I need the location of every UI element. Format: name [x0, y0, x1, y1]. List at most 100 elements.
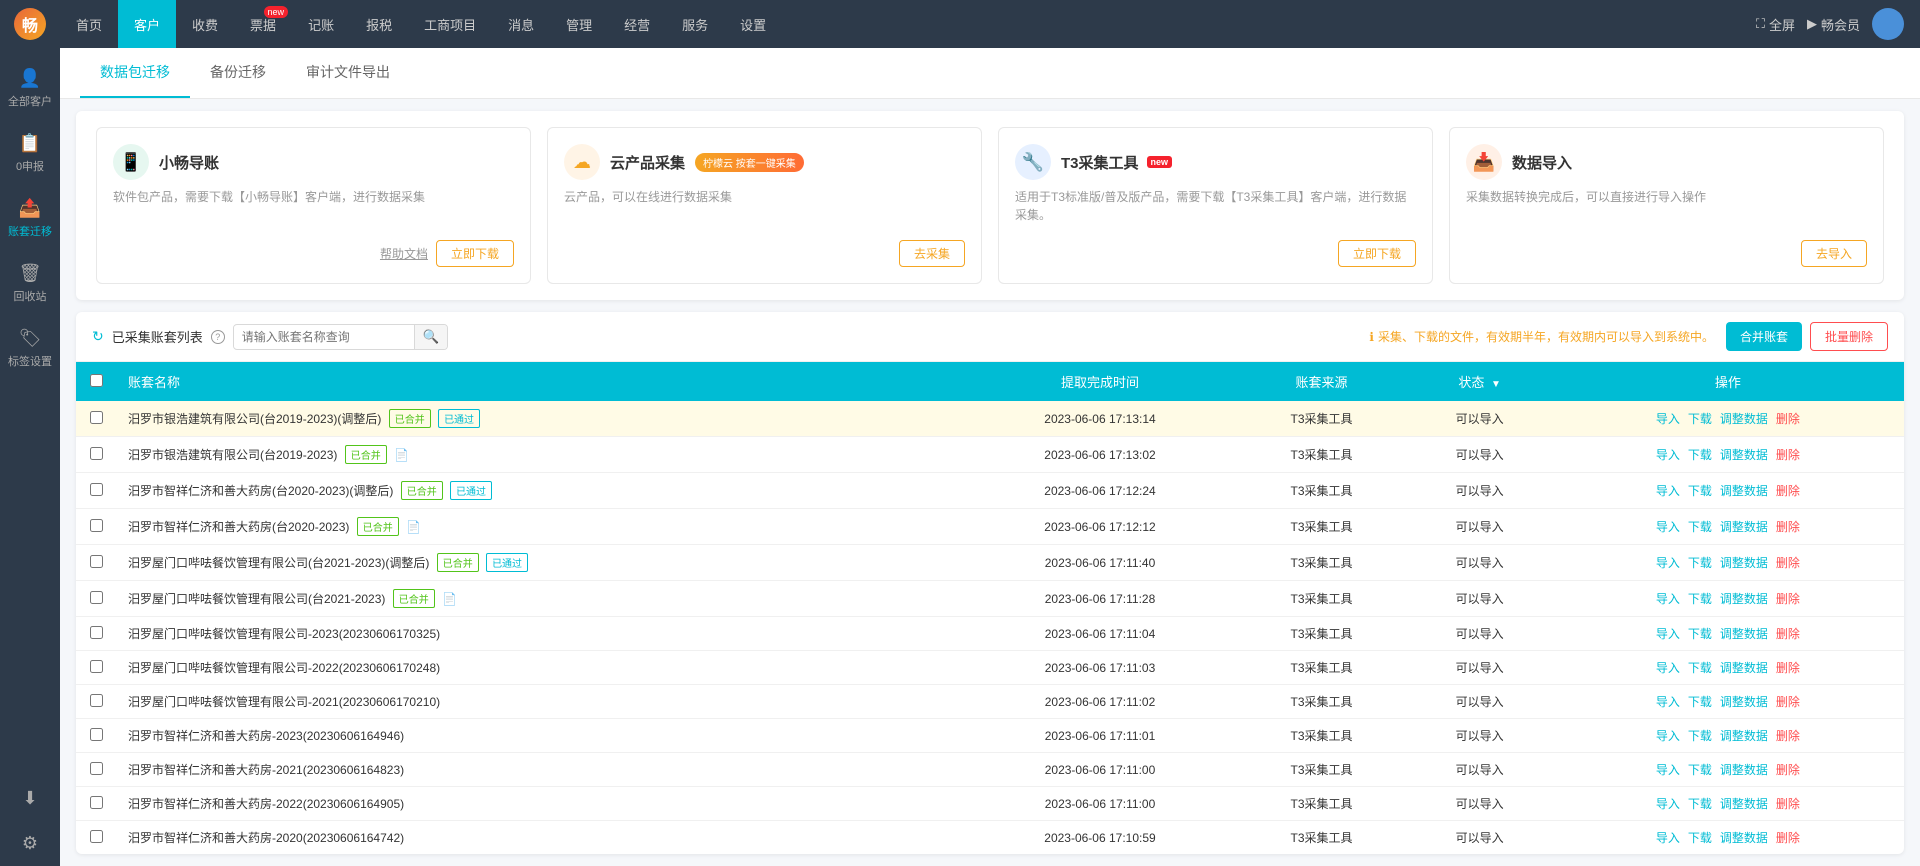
action-删除[interactable]: 删除: [1776, 695, 1800, 709]
action-删除[interactable]: 删除: [1776, 448, 1800, 462]
action-调整数据[interactable]: 调整数据: [1720, 797, 1768, 811]
file-icon[interactable]: 📄: [442, 592, 457, 606]
action-下载[interactable]: 下载: [1688, 412, 1712, 426]
sidebar-item-download[interactable]: ⬇: [22, 776, 38, 821]
action-删除[interactable]: 删除: [1776, 556, 1800, 570]
search-input[interactable]: [234, 326, 414, 348]
refresh-icon[interactable]: ↻: [92, 328, 104, 345]
action-下载[interactable]: 下载: [1688, 831, 1712, 845]
action-下载[interactable]: 下载: [1688, 661, 1712, 675]
action-下载[interactable]: 下载: [1688, 729, 1712, 743]
row-checkbox[interactable]: [90, 483, 103, 496]
nav-bookkeeping[interactable]: 记账: [292, 0, 350, 48]
nav-setting[interactable]: 设置: [724, 0, 782, 48]
action-删除[interactable]: 删除: [1776, 763, 1800, 777]
action-下载[interactable]: 下载: [1688, 797, 1712, 811]
action-导入[interactable]: 导入: [1656, 797, 1680, 811]
action-调整数据[interactable]: 调整数据: [1720, 729, 1768, 743]
t3-download-btn[interactable]: 立即下载: [1338, 240, 1416, 267]
nav-service[interactable]: 服务: [666, 0, 724, 48]
action-导入[interactable]: 导入: [1656, 484, 1680, 498]
row-checkbox[interactable]: [90, 555, 103, 568]
action-导入[interactable]: 导入: [1656, 695, 1680, 709]
action-删除[interactable]: 删除: [1776, 520, 1800, 534]
action-导入[interactable]: 导入: [1656, 729, 1680, 743]
sidebar-item-tag-setting[interactable]: 🏷 标签设置: [0, 316, 60, 381]
user-avatar[interactable]: [1872, 8, 1904, 40]
action-下载[interactable]: 下载: [1688, 627, 1712, 641]
help-icon[interactable]: ?: [211, 330, 225, 344]
tab-audit-export[interactable]: 审计文件导出: [286, 48, 410, 98]
action-导入[interactable]: 导入: [1656, 592, 1680, 606]
member-btn[interactable]: ▶ 畅会员: [1807, 15, 1860, 34]
row-checkbox[interactable]: [90, 830, 103, 843]
action-调整数据[interactable]: 调整数据: [1720, 520, 1768, 534]
action-下载[interactable]: 下载: [1688, 556, 1712, 570]
tab-backup-migrate[interactable]: 备份迁移: [190, 48, 286, 98]
merge-accounts-btn[interactable]: 合并账套: [1726, 322, 1802, 351]
action-删除[interactable]: 删除: [1776, 729, 1800, 743]
nav-business[interactable]: 工商项目: [408, 0, 492, 48]
action-调整数据[interactable]: 调整数据: [1720, 763, 1768, 777]
action-删除[interactable]: 删除: [1776, 797, 1800, 811]
row-checkbox[interactable]: [90, 694, 103, 707]
action-下载[interactable]: 下载: [1688, 484, 1712, 498]
action-调整数据[interactable]: 调整数据: [1720, 412, 1768, 426]
row-checkbox[interactable]: [90, 626, 103, 639]
nav-home[interactable]: 首页: [60, 0, 118, 48]
action-导入[interactable]: 导入: [1656, 520, 1680, 534]
ycp-collect-btn[interactable]: 去采集: [899, 240, 965, 267]
row-checkbox[interactable]: [90, 796, 103, 809]
action-删除[interactable]: 删除: [1776, 484, 1800, 498]
nav-operation[interactable]: 经营: [608, 0, 666, 48]
row-checkbox[interactable]: [90, 591, 103, 604]
row-checkbox[interactable]: [90, 411, 103, 424]
action-删除[interactable]: 删除: [1776, 831, 1800, 845]
xc-download-btn[interactable]: 立即下载: [436, 240, 514, 267]
col-status[interactable]: 状态 ▼: [1408, 362, 1552, 401]
action-调整数据[interactable]: 调整数据: [1720, 627, 1768, 641]
row-checkbox[interactable]: [90, 447, 103, 460]
action-调整数据[interactable]: 调整数据: [1720, 484, 1768, 498]
action-下载[interactable]: 下载: [1688, 520, 1712, 534]
row-checkbox[interactable]: [90, 728, 103, 741]
row-checkbox[interactable]: [90, 762, 103, 775]
action-导入[interactable]: 导入: [1656, 831, 1680, 845]
nav-fee[interactable]: 收费: [176, 0, 234, 48]
row-checkbox[interactable]: [90, 519, 103, 532]
action-删除[interactable]: 删除: [1776, 412, 1800, 426]
nav-tax[interactable]: 报税: [350, 0, 408, 48]
nav-invoice[interactable]: 票据new: [234, 0, 292, 48]
xc-help-btn[interactable]: 帮助文档: [380, 245, 428, 262]
search-button[interactable]: 🔍: [414, 325, 448, 349]
sidebar-item-zero-declare[interactable]: 📋 0申报: [0, 121, 60, 186]
action-调整数据[interactable]: 调整数据: [1720, 592, 1768, 606]
dr-import-btn[interactable]: 去导入: [1801, 240, 1867, 267]
sidebar-item-recycle[interactable]: 🗑 回收站: [0, 251, 60, 316]
action-删除[interactable]: 删除: [1776, 592, 1800, 606]
file-icon[interactable]: 📄: [394, 448, 409, 462]
action-下载[interactable]: 下载: [1688, 592, 1712, 606]
select-all-checkbox[interactable]: [90, 374, 103, 387]
tab-data-migrate[interactable]: 数据包迁移: [80, 48, 190, 98]
nav-message[interactable]: 消息: [492, 0, 550, 48]
action-调整数据[interactable]: 调整数据: [1720, 556, 1768, 570]
sidebar-item-all-customers[interactable]: 👤 全部客户: [0, 56, 60, 121]
action-删除[interactable]: 删除: [1776, 627, 1800, 641]
action-导入[interactable]: 导入: [1656, 556, 1680, 570]
nav-customer[interactable]: 客户: [118, 0, 176, 48]
action-下载[interactable]: 下载: [1688, 763, 1712, 777]
batch-delete-btn[interactable]: 批量删除: [1810, 322, 1888, 351]
action-导入[interactable]: 导入: [1656, 661, 1680, 675]
action-导入[interactable]: 导入: [1656, 763, 1680, 777]
action-调整数据[interactable]: 调整数据: [1720, 831, 1768, 845]
action-下载[interactable]: 下载: [1688, 695, 1712, 709]
row-checkbox[interactable]: [90, 660, 103, 673]
action-调整数据[interactable]: 调整数据: [1720, 661, 1768, 675]
action-导入[interactable]: 导入: [1656, 412, 1680, 426]
file-icon[interactable]: 📄: [406, 520, 421, 534]
action-导入[interactable]: 导入: [1656, 627, 1680, 641]
action-删除[interactable]: 删除: [1776, 661, 1800, 675]
sidebar-item-account-migrate[interactable]: 📤 账套迁移: [0, 186, 60, 251]
nav-manage[interactable]: 管理: [550, 0, 608, 48]
